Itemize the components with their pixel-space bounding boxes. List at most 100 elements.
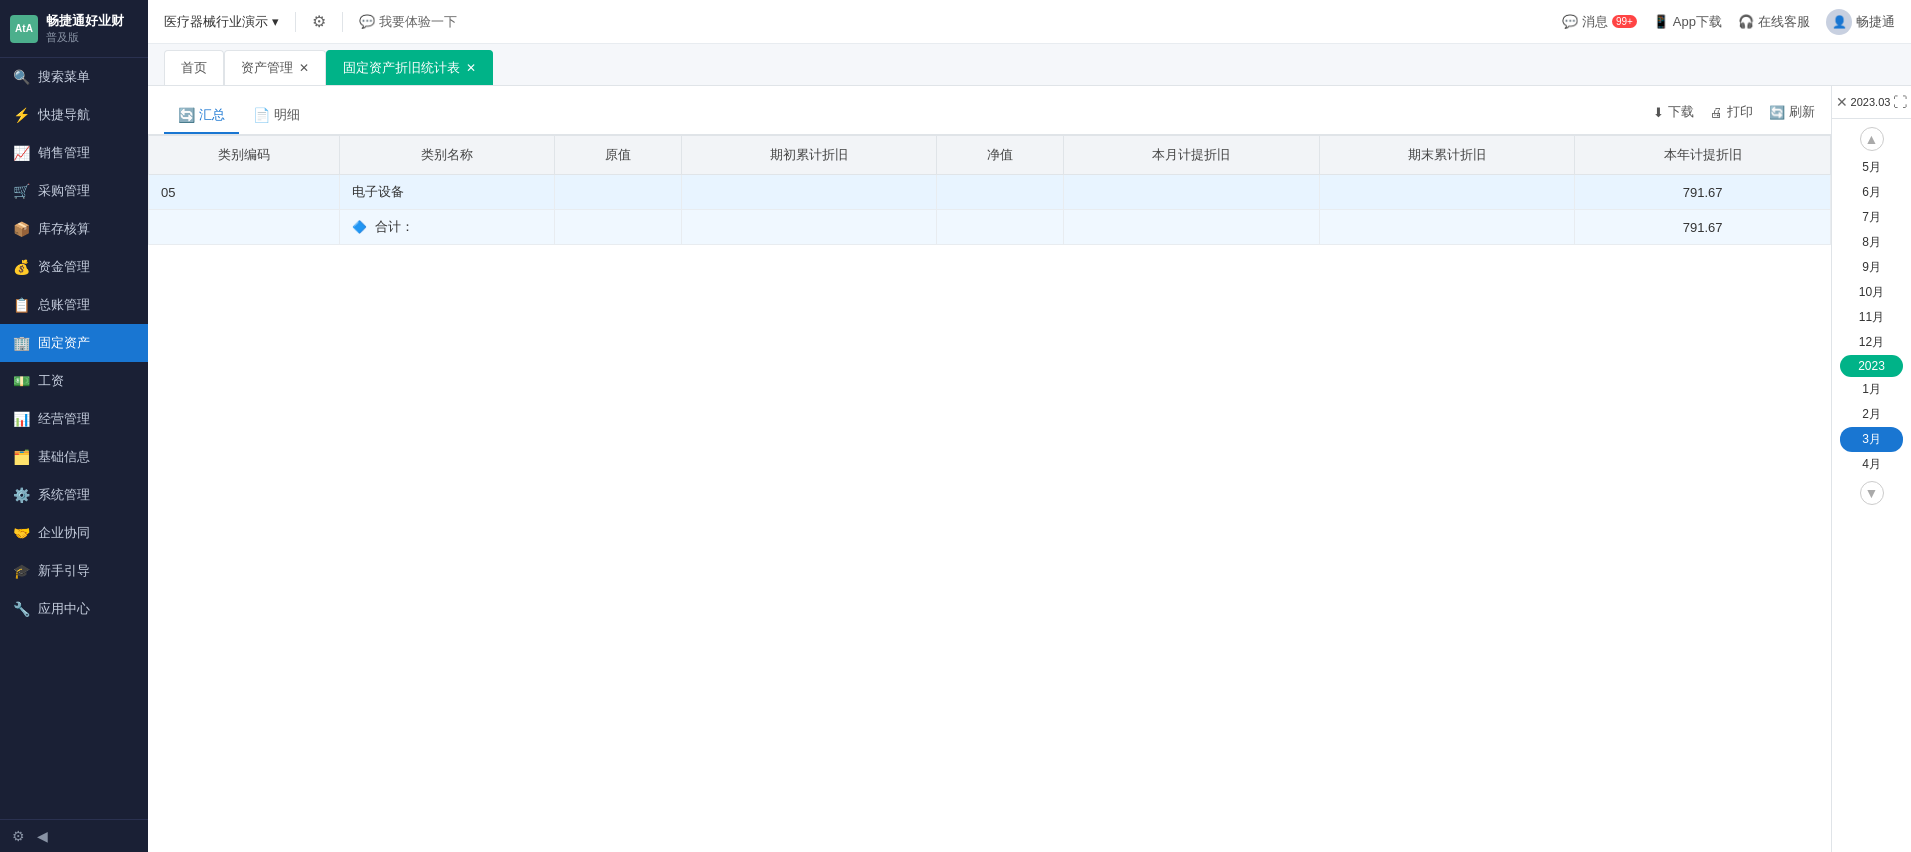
row-monthly-depreciation bbox=[1063, 175, 1319, 210]
sidebar-item-quicknav[interactable]: ⚡ 快捷导航 bbox=[0, 96, 148, 134]
table-row[interactable]: 05 电子设备 791.67 bbox=[149, 175, 1831, 210]
refresh-action-btn[interactable]: 🔄 刷新 bbox=[1769, 103, 1815, 121]
search-icon: 🔍 bbox=[12, 69, 30, 85]
right-panel-expand-button[interactable]: ⛶ bbox=[1893, 94, 1907, 110]
sidebar-item-inventory[interactable]: 📦 库存核算 bbox=[0, 210, 148, 248]
topbar: 医疗器械行业演示 ▾ ⚙ 💬 我要体验一下 💬 消息 99+ 📱 App下载 🎧… bbox=[148, 0, 1911, 44]
operations-icon: 📊 bbox=[12, 411, 30, 427]
row-category-code: 05 bbox=[149, 175, 340, 210]
notification-button[interactable]: 💬 消息 99+ bbox=[1562, 13, 1637, 31]
date-month-12[interactable]: 12月 bbox=[1832, 330, 1911, 355]
sidebar-label-appcenter: 应用中心 bbox=[38, 600, 90, 618]
date-month-3[interactable]: 3月 bbox=[1840, 427, 1903, 452]
settings-bottom-icon[interactable]: ⚙ bbox=[12, 828, 25, 844]
tab-assets[interactable]: 资产管理 ✕ bbox=[224, 50, 326, 85]
date-month-9[interactable]: 9月 bbox=[1832, 255, 1911, 280]
tab-home[interactable]: 首页 bbox=[164, 50, 224, 85]
download-button[interactable]: 📱 App下载 bbox=[1653, 13, 1722, 31]
main-panel: 🔄 汇总 📄 明细 ⬇ 下载 🖨 打印 bbox=[148, 86, 1831, 852]
row-annual-depreciation: 791.67 bbox=[1575, 175, 1831, 210]
subtotal-label: 🔷 合计： bbox=[340, 210, 555, 245]
sidebar-item-operations[interactable]: 📊 经营管理 bbox=[0, 400, 148, 438]
sidebar-label-inventory: 库存核算 bbox=[38, 220, 90, 238]
subtotal-original-value bbox=[555, 210, 682, 245]
tab-depreciation-close[interactable]: ✕ bbox=[466, 61, 476, 75]
inventory-icon: 📦 bbox=[12, 221, 30, 237]
subtotal-code bbox=[149, 210, 340, 245]
date-month-11[interactable]: 11月 bbox=[1832, 305, 1911, 330]
quicknav-icon: ⚡ bbox=[12, 107, 30, 123]
sidebar-item-basicinfo[interactable]: 🗂️ 基础信息 bbox=[0, 438, 148, 476]
print-action-btn[interactable]: 🖨 打印 bbox=[1710, 103, 1753, 121]
sidebar-item-sales[interactable]: 📈 销售管理 bbox=[0, 134, 148, 172]
sidebar-label-quicknav: 快捷导航 bbox=[38, 106, 90, 124]
sidebar-label-ledger: 总账管理 bbox=[38, 296, 90, 314]
date-month-4[interactable]: 4月 bbox=[1832, 452, 1911, 477]
sidebar-item-payroll[interactable]: 💵 工资 bbox=[0, 362, 148, 400]
summary-tab-icon: 🔄 bbox=[178, 107, 195, 123]
sidebar-label-search: 搜索菜单 bbox=[38, 68, 90, 86]
date-down-nav[interactable]: ▼ bbox=[1860, 481, 1884, 505]
experience-button[interactable]: 💬 我要体验一下 bbox=[359, 13, 457, 31]
cooperation-icon: 🤝 bbox=[12, 525, 30, 541]
tab-depreciation-label: 固定资产折旧统计表 bbox=[343, 59, 460, 77]
sidebar-scroll: 🔍 搜索菜单 ⚡ 快捷导航 📈 销售管理 🛒 采购管理 📦 库存核算 💰 资金管… bbox=[0, 58, 148, 819]
subtab-summary[interactable]: 🔄 汇总 bbox=[164, 98, 239, 134]
sidebar-item-guide[interactable]: 🎓 新手引导 bbox=[0, 552, 148, 590]
sidebar-item-purchase[interactable]: 🛒 采购管理 bbox=[0, 172, 148, 210]
ledger-icon: 📋 bbox=[12, 297, 30, 313]
username: 畅捷通 bbox=[1856, 13, 1895, 31]
download-action-btn[interactable]: ⬇ 下载 bbox=[1653, 103, 1694, 121]
company-selector[interactable]: 医疗器械行业演示 ▾ bbox=[164, 13, 279, 31]
right-panel-close-button[interactable]: ✕ bbox=[1836, 94, 1848, 110]
date-month-6[interactable]: 6月 bbox=[1832, 180, 1911, 205]
download-action-icon: ⬇ bbox=[1653, 105, 1664, 120]
collapse-icon[interactable]: ◀ bbox=[37, 828, 48, 844]
sidebar-item-cooperation[interactable]: 🤝 企业协同 bbox=[0, 514, 148, 552]
support-button[interactable]: 🎧 在线客服 bbox=[1738, 13, 1810, 31]
subtab-detail-label: 明细 bbox=[274, 106, 300, 124]
sidebar-item-funds[interactable]: 💰 资金管理 bbox=[0, 248, 148, 286]
current-period: 2023.03 bbox=[1851, 96, 1891, 108]
subtab-detail[interactable]: 📄 明细 bbox=[239, 98, 314, 134]
user-info[interactable]: 👤 畅捷通 bbox=[1826, 9, 1895, 35]
sidebar-item-system[interactable]: ⚙️ 系统管理 bbox=[0, 476, 148, 514]
date-up-nav[interactable]: ▲ bbox=[1860, 127, 1884, 151]
experience-icon: 💬 bbox=[359, 14, 375, 29]
sidebar-item-ledger[interactable]: 📋 总账管理 bbox=[0, 286, 148, 324]
tab-home-label: 首页 bbox=[181, 59, 207, 77]
topbar-divider bbox=[295, 12, 296, 32]
date-month-2[interactable]: 2月 bbox=[1832, 402, 1911, 427]
sidebar-item-search[interactable]: 🔍 搜索菜单 bbox=[0, 58, 148, 96]
right-panel-header: ✕ 2023.03 ⛶ bbox=[1832, 86, 1911, 119]
tab-assets-close[interactable]: ✕ bbox=[299, 61, 309, 75]
topbar-right: 💬 消息 99+ 📱 App下载 🎧 在线客服 👤 畅捷通 bbox=[1562, 9, 1895, 35]
sidebar-label-payroll: 工资 bbox=[38, 372, 64, 390]
subtotal-accumulated-depreciation bbox=[681, 210, 937, 245]
tab-depreciation[interactable]: 固定资产折旧统计表 ✕ bbox=[326, 50, 493, 85]
date-month-5[interactable]: 5月 bbox=[1832, 155, 1911, 180]
year-badge-2023[interactable]: 2023 bbox=[1840, 355, 1903, 377]
detail-tab-icon: 📄 bbox=[253, 107, 270, 123]
system-icon: ⚙️ bbox=[12, 487, 30, 503]
subtotal-annual-depreciation: 791.67 bbox=[1575, 210, 1831, 245]
topbar-settings-icon[interactable]: ⚙ bbox=[312, 12, 326, 31]
date-month-7[interactable]: 7月 bbox=[1832, 205, 1911, 230]
sidebar-label-funds: 资金管理 bbox=[38, 258, 90, 276]
notification-badge: 99+ bbox=[1612, 15, 1637, 28]
date-list: ▲ 5月 6月 7月 8月 9月 10月 11月 12月 2023 1月 2月 … bbox=[1832, 119, 1911, 852]
subtab-summary-label: 汇总 bbox=[199, 106, 225, 124]
sidebar-item-appcenter[interactable]: 🔧 应用中心 bbox=[0, 590, 148, 628]
sidebar-label-fixedassets: 固定资产 bbox=[38, 334, 90, 352]
app-title: 畅捷通好业财 bbox=[46, 12, 124, 30]
col-period-end-depreciation: 期末累计折旧 bbox=[1319, 136, 1575, 175]
col-monthly-depreciation: 本月计提折旧 bbox=[1063, 136, 1319, 175]
date-month-8[interactable]: 8月 bbox=[1832, 230, 1911, 255]
date-month-10[interactable]: 10月 bbox=[1832, 280, 1911, 305]
topbar-divider2 bbox=[342, 12, 343, 32]
row-period-end-depreciation bbox=[1319, 175, 1575, 210]
date-month-1[interactable]: 1月 bbox=[1832, 377, 1911, 402]
sidebar-item-fixedassets[interactable]: 🏢 固定资产 bbox=[0, 324, 148, 362]
subtotal-net-value bbox=[937, 210, 1064, 245]
depreciation-table: 类别编码 类别名称 原值 期初累计折旧 净值 本月计提折旧 期末累计折旧 本年计… bbox=[148, 135, 1831, 245]
